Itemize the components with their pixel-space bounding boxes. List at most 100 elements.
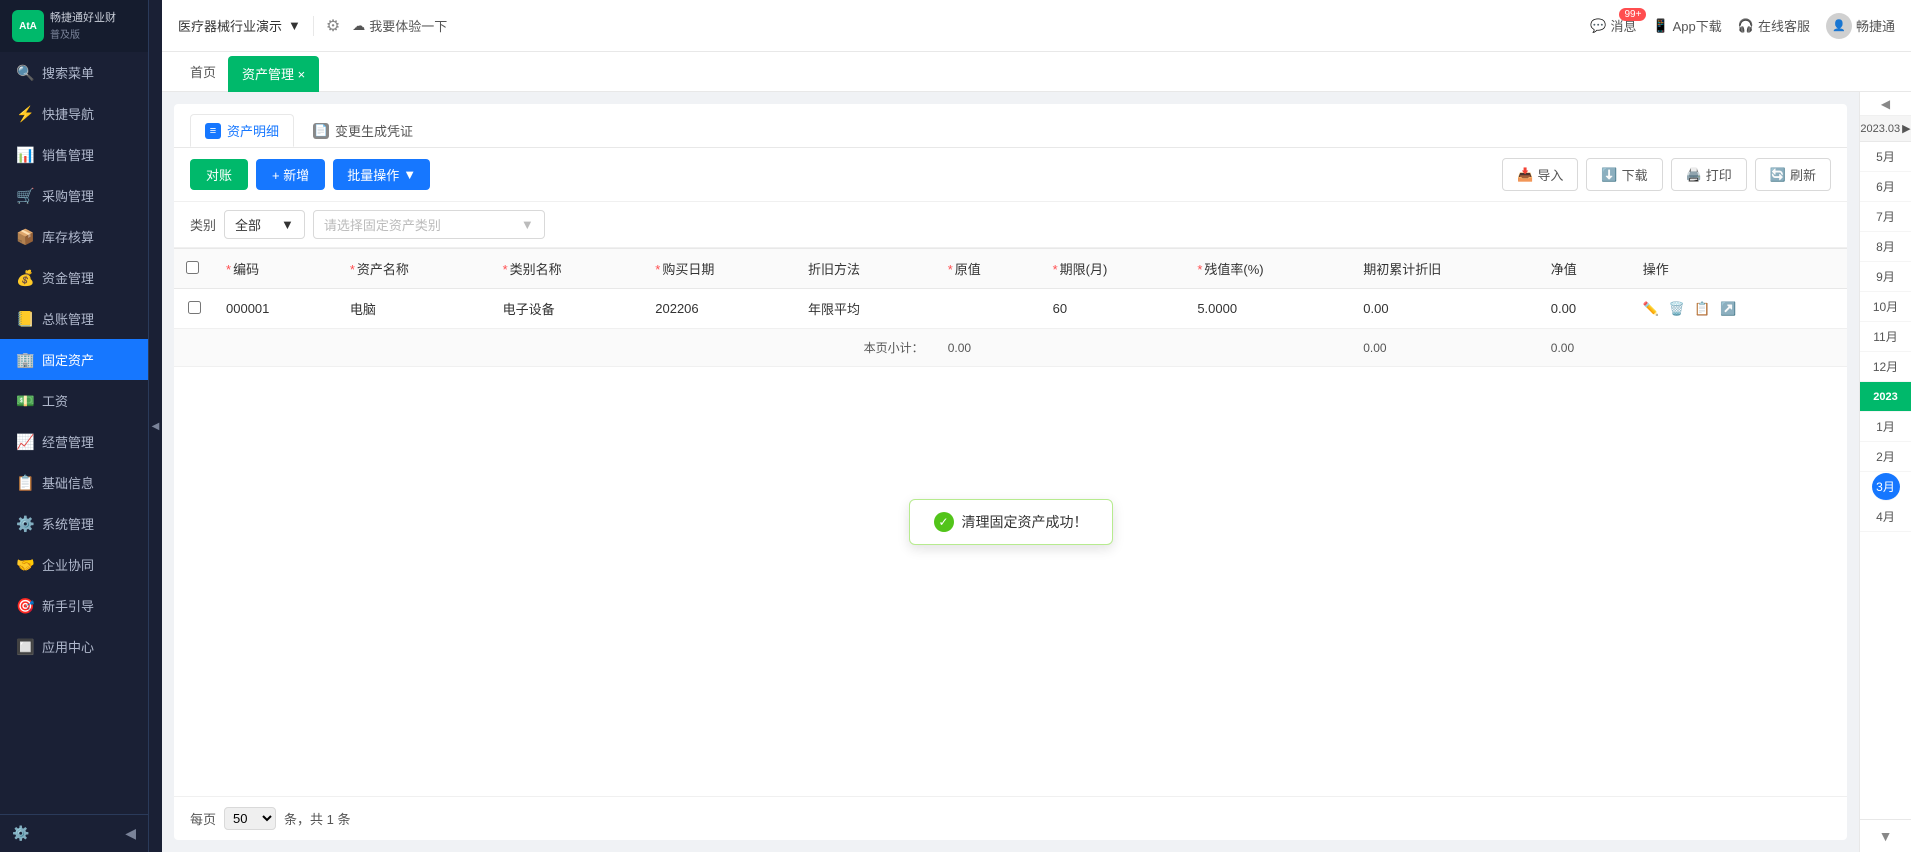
cooperation-icon: 🤝 bbox=[16, 556, 34, 574]
sidebar-item-label: 企业协同 bbox=[42, 555, 94, 574]
sidebar-item-fixedassets[interactable]: 🏢 固定资产 bbox=[0, 339, 148, 380]
sidebar-item-label: 系统管理 bbox=[42, 514, 94, 533]
sub-tab-asset-detail[interactable]: ≡ 资产明细 bbox=[190, 114, 294, 147]
toolbar-right: 📥 导入 ⬇️ 下载 🖨️ 打印 🔄 刷新 bbox=[1502, 158, 1831, 191]
refresh-button[interactable]: 🔄 刷新 bbox=[1755, 158, 1831, 191]
filter-bar: 类别 全部 ▼ 请选择固定资产类别 ▼ bbox=[174, 202, 1847, 248]
down-arrow-icon[interactable]: ▼ bbox=[1875, 824, 1897, 848]
message-button[interactable]: 💬 消息 99+ bbox=[1590, 16, 1636, 35]
import-button[interactable]: 📥 导入 bbox=[1502, 158, 1578, 191]
cal-month-9[interactable]: 9月 bbox=[1860, 262, 1911, 292]
app-download-button[interactable]: 📱 App下载 bbox=[1652, 16, 1721, 35]
cell-original-value bbox=[936, 289, 1041, 329]
settings-button[interactable]: ⚙ bbox=[326, 16, 340, 36]
download-button[interactable]: ⬇️ 下载 bbox=[1586, 158, 1662, 191]
download-label: 下载 bbox=[1622, 165, 1648, 184]
sidebar-toggle-button[interactable]: ◀ bbox=[148, 0, 162, 852]
cal-month-8[interactable]: 8月 bbox=[1860, 232, 1911, 262]
sidebar-item-guide[interactable]: 🎯 新手引导 bbox=[0, 585, 148, 626]
sidebar-item-capital[interactable]: 💰 资金管理 bbox=[0, 257, 148, 298]
subtotal-original: 0.00 bbox=[936, 329, 1041, 367]
import-icon: 📥 bbox=[1517, 167, 1533, 183]
guide-icon: 🎯 bbox=[16, 597, 34, 615]
online-service-button[interactable]: 🎧 在线客服 bbox=[1738, 16, 1810, 35]
th-action: 操作 bbox=[1631, 249, 1847, 289]
cal-month-4[interactable]: 4月 bbox=[1860, 502, 1911, 532]
trial-button[interactable]: ☁ 我要体验一下 bbox=[352, 16, 447, 35]
copy-icon[interactable]: 📋 bbox=[1694, 301, 1710, 316]
sidebar-item-search[interactable]: 🔍 搜索菜单 bbox=[0, 52, 148, 93]
sidebar-item-sysadmin[interactable]: ⚙️ 系统管理 bbox=[0, 503, 148, 544]
sidebar-item-label: 资金管理 bbox=[42, 268, 94, 287]
chevron-down-icon: ▼ bbox=[521, 217, 534, 232]
select-all-checkbox[interactable] bbox=[186, 261, 199, 274]
message-icon: 💬 bbox=[1590, 18, 1606, 34]
tab-home[interactable]: 首页 bbox=[178, 52, 228, 92]
service-icon: 🎧 bbox=[1738, 18, 1754, 34]
user-menu-button[interactable]: 👤 畅捷通 bbox=[1826, 13, 1895, 39]
tab-asset-management[interactable]: 资产管理 × bbox=[228, 56, 319, 92]
sidebar-item-label: 经营管理 bbox=[42, 432, 94, 451]
sidebar-item-inventory[interactable]: 📦 库存核算 bbox=[0, 216, 148, 257]
cal-month-10[interactable]: 10月 bbox=[1860, 292, 1911, 322]
sidebar-item-ledger[interactable]: 📒 总账管理 bbox=[0, 298, 148, 339]
print-button[interactable]: 🖨️ 打印 bbox=[1671, 158, 1747, 191]
app-version: 普及版 bbox=[50, 26, 116, 41]
app-download-label: App下载 bbox=[1673, 16, 1722, 35]
cal-month-3-current[interactable]: 3月 bbox=[1872, 473, 1900, 501]
sidebar-item-quicknav[interactable]: ⚡ 快捷导航 bbox=[0, 93, 148, 134]
sidebar-item-cooperation[interactable]: 🤝 企业协同 bbox=[0, 544, 148, 585]
category-select[interactable]: 请选择固定资产类别 ▼ bbox=[313, 210, 545, 239]
sidebar-item-purchase[interactable]: 🛒 采购管理 bbox=[0, 175, 148, 216]
collapse-icon[interactable]: ◀ bbox=[125, 825, 136, 842]
delete-icon[interactable]: 🗑️ bbox=[1669, 301, 1685, 316]
chevron-down-icon: ▼ bbox=[403, 167, 416, 182]
topbar: 医疗器械行业演示 ▼ ⚙ ☁ 我要体验一下 💬 消息 99+ 📱 App下载 🎧… bbox=[162, 0, 1911, 52]
sidebar-nav: 🔍 搜索菜单 ⚡ 快捷导航 📊 销售管理 🛒 采购管理 📦 库存核算 💰 资金管… bbox=[0, 52, 148, 814]
new-button[interactable]: + 新增 bbox=[256, 159, 325, 190]
more-icon[interactable]: ↗️ bbox=[1720, 301, 1736, 316]
calendar-scroll: 5月 6月 7月 8月 9月 10月 11月 12月 2023 1月 2月 3月… bbox=[1860, 142, 1911, 819]
sub-tab-label: 资产明细 bbox=[227, 121, 279, 140]
toolbar: 对账 + 新增 批量操作 ▼ 📥 导入 ⬇️ 下载 bbox=[174, 148, 1847, 202]
settings-icon[interactable]: ⚙️ bbox=[12, 825, 29, 842]
row-checkbox[interactable] bbox=[188, 301, 201, 314]
app-name: 畅捷通好业财 bbox=[50, 11, 116, 25]
per-page-select[interactable]: 50 10 20 100 bbox=[224, 807, 276, 830]
cal-month-5[interactable]: 5月 bbox=[1860, 142, 1911, 172]
category-type-select[interactable]: 全部 ▼ bbox=[224, 210, 305, 239]
sidebar-item-label: 销售管理 bbox=[42, 145, 94, 164]
inventory-icon: 📦 bbox=[16, 228, 34, 246]
cal-month-6[interactable]: 6月 bbox=[1860, 172, 1911, 202]
chevron-down-icon: ▼ bbox=[288, 18, 301, 33]
batch-button[interactable]: 批量操作 ▼ bbox=[333, 159, 430, 190]
cal-year-2023[interactable]: 2023 bbox=[1860, 382, 1911, 412]
cal-month-12[interactable]: 12月 bbox=[1860, 352, 1911, 382]
trial-icon: ☁ bbox=[352, 18, 365, 34]
sales-icon: 📊 bbox=[16, 146, 34, 164]
sidebar-item-apps[interactable]: 🔲 应用中心 bbox=[0, 626, 148, 667]
sidebar-item-label: 新手引导 bbox=[42, 596, 94, 615]
sidebar-footer: ⚙️ ◀ bbox=[0, 814, 148, 852]
cal-month-7[interactable]: 7月 bbox=[1860, 202, 1911, 232]
calendar-header: 2023.03 ▶ bbox=[1860, 116, 1911, 142]
cal-month-1[interactable]: 1月 bbox=[1860, 412, 1911, 442]
sidebar-item-label: 采购管理 bbox=[42, 186, 94, 205]
sub-tab-change-voucher[interactable]: 📄 变更生成凭证 bbox=[298, 114, 428, 147]
sidebar-item-sales[interactable]: 📊 销售管理 bbox=[0, 134, 148, 175]
row-checkbox-cell bbox=[174, 289, 214, 329]
sidebar-item-basicinfo[interactable]: 📋 基础信息 bbox=[0, 462, 148, 503]
sidebar-item-operations[interactable]: 📈 经营管理 bbox=[0, 421, 148, 462]
cell-category: 电子设备 bbox=[491, 289, 644, 329]
panel-expand-button[interactable]: ◀ bbox=[1860, 92, 1911, 116]
sidebar-item-payroll[interactable]: 💵 工资 bbox=[0, 380, 148, 421]
download-icon: ⬇️ bbox=[1601, 167, 1617, 183]
cal-month-2[interactable]: 2月 bbox=[1860, 442, 1911, 472]
cal-month-11[interactable]: 11月 bbox=[1860, 322, 1911, 352]
reconcile-button[interactable]: 对账 bbox=[190, 159, 248, 190]
th-original-value: *原值 bbox=[936, 249, 1041, 289]
edit-icon[interactable]: ✏️ bbox=[1643, 301, 1659, 316]
subtotal-empty-residual bbox=[1185, 329, 1351, 367]
company-selector[interactable]: 医疗器械行业演示 ▼ bbox=[178, 16, 301, 35]
app-logo-icon: AtA bbox=[12, 10, 44, 42]
